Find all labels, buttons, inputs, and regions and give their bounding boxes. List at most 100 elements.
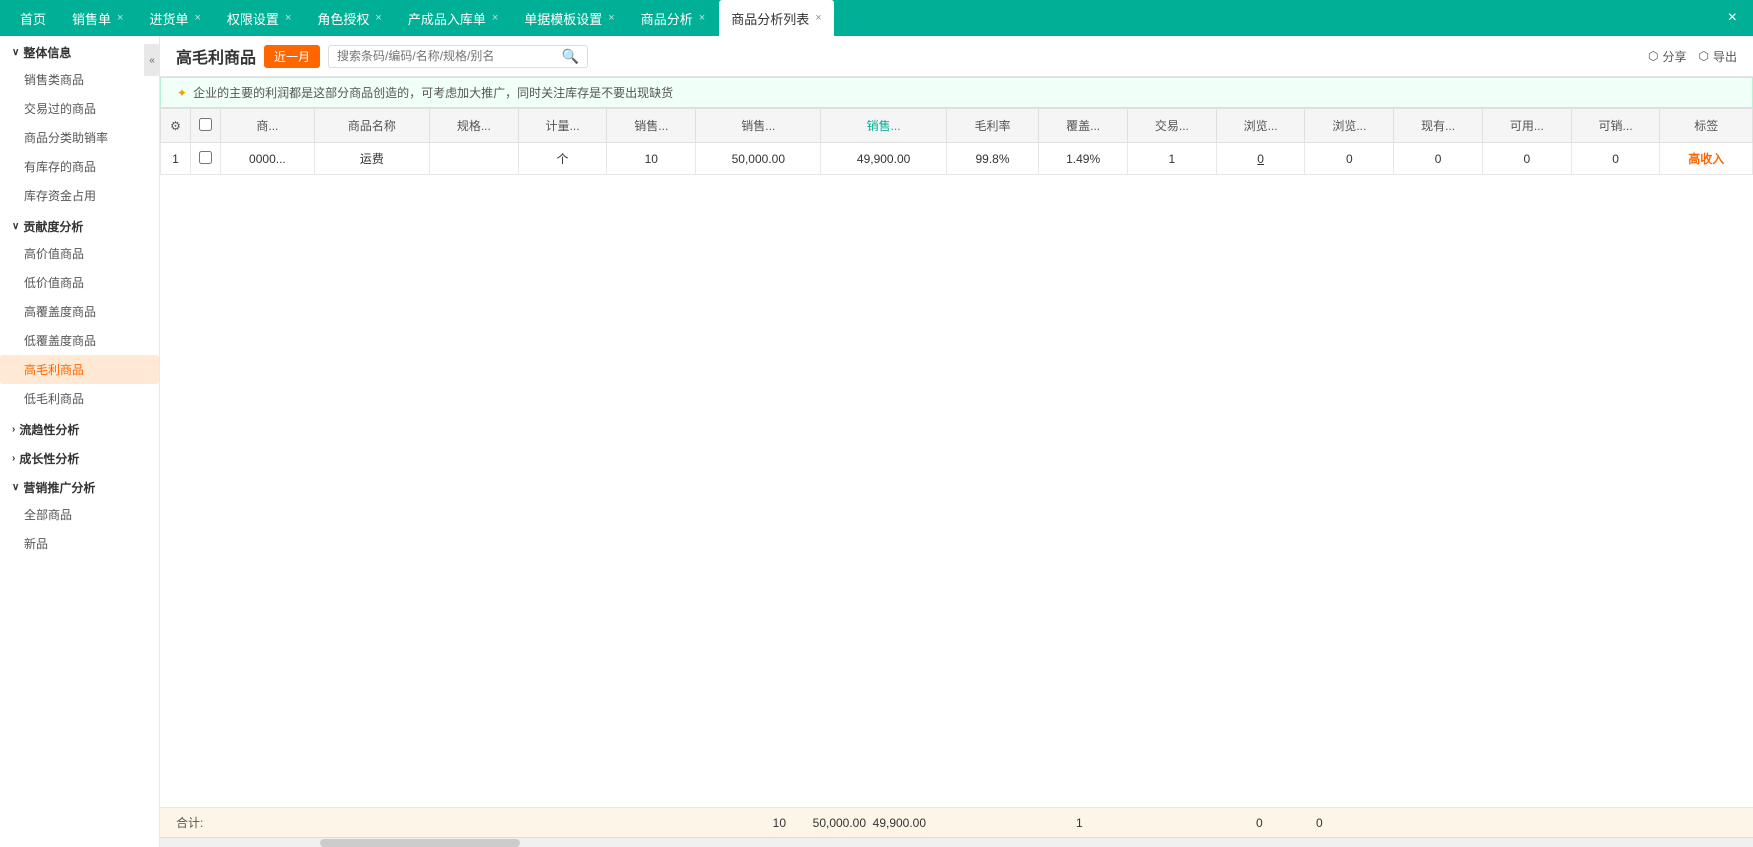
nav-close-icon[interactable]: × [492,12,498,24]
nav-item-单据模板设置[interactable]: 单据模板设置 × [512,0,626,36]
row-select-checkbox[interactable] [199,151,212,164]
row-sales1: 10 [607,143,696,175]
nav-close-icon[interactable]: × [815,12,821,24]
col-tag[interactable]: 标签 [1660,109,1753,143]
sidebar-item-低价值商品[interactable]: 低价值商品 [0,268,159,297]
nav-close-icon[interactable]: × [699,12,705,24]
info-banner: ✦ 企业的主要的利润都是这部分商品创造的，可考虑加大推广，同时关注库存是不要出现… [160,77,1753,108]
row-checkbox [191,143,221,175]
sidebar-item-高覆盖度商品[interactable]: 高覆盖度商品 [0,297,159,326]
nav-item-产成品入库单[interactable]: 产成品入库单 × [396,0,510,36]
page-title: 高毛利商品 [176,44,256,68]
main-layout: « ∨整体信息销售类商品交易过的商品商品分类助销率有库存的商品库存资金占用∨贡献… [0,36,1753,847]
sidebar-item-库存资金占用[interactable]: 库存资金占用 [0,181,159,210]
search-box: 🔍 [328,45,588,68]
row-views1[interactable]: 0 [1216,143,1305,175]
header-actions: ⬡ 分享 ⬡ 导出 [1648,48,1737,65]
sidebar-group-流趋性分析[interactable]: ›流趋性分析 [0,413,159,442]
row-sellable: 0 [1571,143,1660,175]
group-expand-icon: › [12,424,15,435]
sidebar-group-成长性分析[interactable]: ›成长性分析 [0,442,159,471]
nav-item-首页[interactable]: 首页 [8,0,58,36]
row-sales3: 49,900.00 [821,143,946,175]
col-views1[interactable]: 浏览... [1216,109,1305,143]
col-coverage[interactable]: 覆盖... [1039,109,1128,143]
col-current[interactable]: 现有... [1394,109,1483,143]
nav-item-权限设置[interactable]: 权限设置 × [215,0,303,36]
row-coverage: 1.49% [1039,143,1128,175]
sidebar: « ∨整体信息销售类商品交易过的商品商品分类助销率有库存的商品库存资金占用∨贡献… [0,36,160,847]
select-all-checkbox[interactable] [199,118,212,131]
row-code: 0000... [221,143,315,175]
group-collapse-icon: ∨ [12,482,19,493]
sidebar-item-有库存的商品[interactable]: 有库存的商品 [0,152,159,181]
row-trades: 1 [1128,143,1217,175]
group-expand-icon: › [12,453,15,464]
data-table-container[interactable]: ⚙ 商... 商品名称 规格... 计量... 销售... 销售... 销售..… [160,108,1753,807]
sidebar-item-商品分类助销率[interactable]: 商品分类助销率 [0,123,159,152]
nav-close-icon[interactable]: × [194,12,200,24]
col-sellable[interactable]: 可销... [1571,109,1660,143]
checkbox-column-header[interactable] [191,109,221,143]
data-table: ⚙ 商... 商品名称 规格... 计量... 销售... 销售... 销售..… [160,108,1753,175]
search-input[interactable] [337,49,558,63]
row-spec [429,143,518,175]
nav-item-进货单[interactable]: 进货单 × [137,0,212,36]
col-unit[interactable]: 计量... [518,109,607,143]
nav-close-icon[interactable]: × [375,12,381,24]
col-sales2[interactable]: 销售... [696,109,821,143]
sidebar-group-营销推广分析[interactable]: ∨营销推广分析 [0,471,159,500]
sidebar-item-销售类商品[interactable]: 销售类商品 [0,65,159,94]
nav-item-角色授权[interactable]: 角色授权 × [305,0,393,36]
nav-item-商品分析列表[interactable]: 商品分析列表 × [719,0,833,36]
nav-close-icon[interactable]: × [608,12,614,24]
sidebar-group-贡献度分析[interactable]: ∨贡献度分析 [0,210,159,239]
nav-close-all[interactable]: × [1720,9,1745,27]
sidebar-item-低覆盖度商品[interactable]: 低覆盖度商品 [0,326,159,355]
top-navigation: 首页销售单 ×进货单 ×权限设置 ×角色授权 ×产成品入库单 ×单据模板设置 ×… [0,0,1753,36]
sidebar-item-交易过的商品[interactable]: 交易过的商品 [0,94,159,123]
row-sales2: 50,000.00 [696,143,821,175]
col-views2[interactable]: 浏览... [1305,109,1394,143]
share-button[interactable]: ⬡ 分享 [1648,48,1687,65]
col-gross-rate[interactable]: 毛利率 [946,109,1039,143]
sidebar-item-全部商品[interactable]: 全部商品 [0,500,159,529]
horizontal-scrollbar[interactable] [160,837,1753,847]
footer-sales1: 10 [749,816,809,830]
row-available: 0 [1482,143,1571,175]
sidebar-item-低毛利商品[interactable]: 低毛利商品 [0,384,159,413]
export-button[interactable]: ⬡ 导出 [1699,48,1738,65]
share-icon: ⬡ [1648,49,1658,63]
scroll-thumb[interactable] [320,839,520,847]
col-available[interactable]: 可用... [1482,109,1571,143]
col-code[interactable]: 商... [221,109,315,143]
footer-sales3: 49,900.00 [869,816,929,830]
col-sales1[interactable]: 销售... [607,109,696,143]
search-icon[interactable]: 🔍 [562,48,579,65]
col-spec[interactable]: 规格... [429,109,518,143]
content-area: 高毛利商品 近一月 🔍 ⬡ 分享 ⬡ 导出 ✦ 企业的主要的利润都是这部分商品创… [160,36,1753,847]
export-icon: ⬡ [1699,49,1709,63]
export-label: 导出 [1713,48,1737,65]
nav-close-icon[interactable]: × [285,12,291,24]
col-name[interactable]: 商品名称 [314,109,429,143]
settings-icon[interactable]: ⚙ [170,119,181,133]
sidebar-item-高价值商品[interactable]: 高价值商品 [0,239,159,268]
col-sales3[interactable]: 销售... [821,109,946,143]
table-row: 10000...运费个1050,000.0049,900.0099.8%1.49… [161,143,1753,175]
share-label: 分享 [1662,48,1686,65]
col-trades[interactable]: 交易... [1128,109,1217,143]
row-views2: 0 [1305,143,1394,175]
row-current: 0 [1394,143,1483,175]
sidebar-item-高毛利商品[interactable]: 高毛利商品 [0,355,159,384]
nav-item-销售单[interactable]: 销售单 × [60,0,135,36]
sidebar-collapse-button[interactable]: « [144,44,160,76]
settings-column-header[interactable]: ⚙ [161,109,191,143]
sidebar-group-整体信息[interactable]: ∨整体信息 [0,36,159,65]
footer-current: 0 [1229,816,1289,830]
nav-item-商品分析[interactable]: 商品分析 × [629,0,717,36]
nav-close-icon[interactable]: × [117,12,123,24]
info-text: 企业的主要的利润都是这部分商品创造的，可考虑加大推广，同时关注库存是不要出现缺货 [193,84,673,101]
filter-button[interactable]: 近一月 [264,45,320,68]
sidebar-item-新品[interactable]: 新品 [0,529,159,558]
